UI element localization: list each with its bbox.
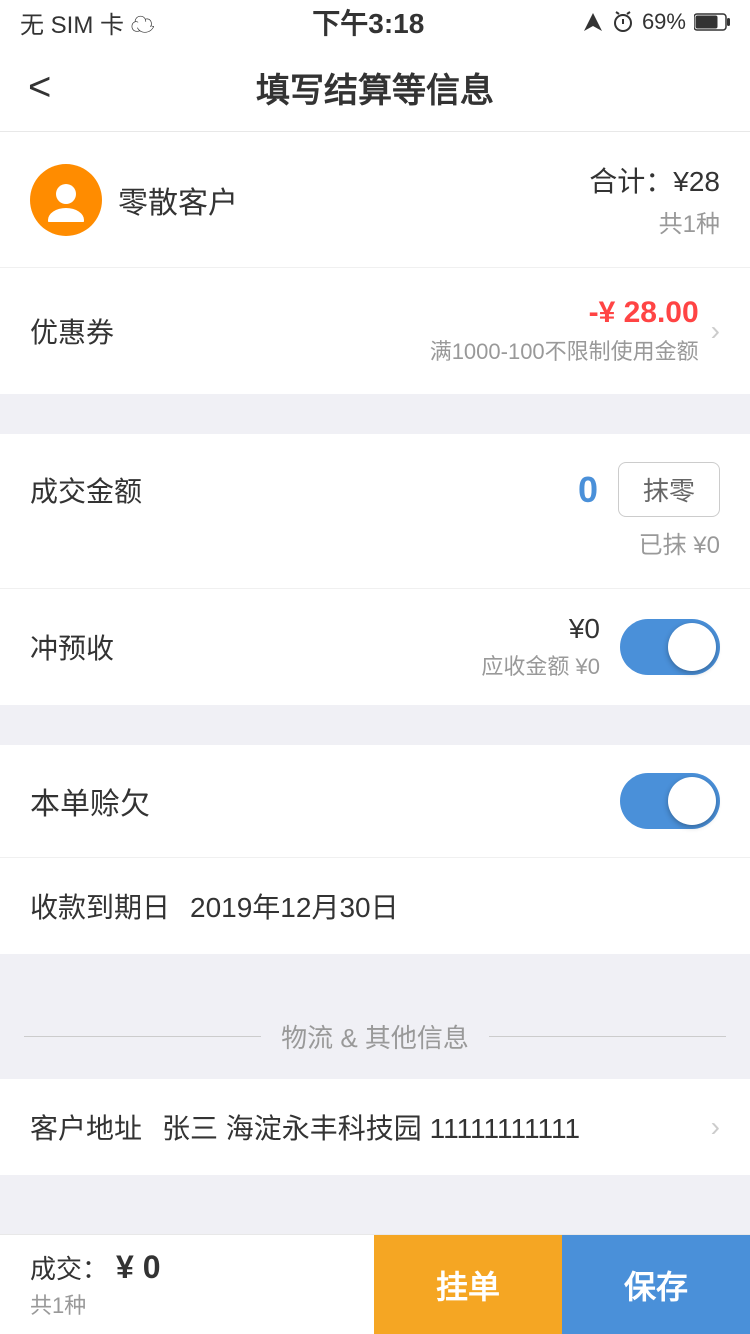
transaction-amount-row: 成交金额 0 抹零 已抹 ¥0 [0,434,750,588]
logistics-label: 物流 & 其他信息 [281,1018,469,1055]
round-button[interactable]: 抹零 [618,462,720,517]
advance-right: ¥0 应收金额 ¥0 [481,613,720,681]
coupon-row[interactable]: 优惠券 -¥ 28.00 满1000-100不限制使用金额 › [0,267,750,394]
bottom-deal-amount: ¥ 0 [116,1249,160,1286]
arrears-toggle-circle [668,777,716,825]
battery-icon [694,13,730,31]
arrears-section: 本单赊欠 收款到期日 2019年12月30日 [0,745,750,954]
avatar [30,164,102,236]
address-value: 张三 海淀永丰科技园 11111111111 [162,1107,691,1147]
coupon-label: 优惠券 [30,311,114,351]
amount-input-area: 0 抹零 [538,462,720,517]
bottom-deal: 成交： ¥ 0 [30,1249,344,1286]
advance-amounts: ¥0 应收金额 ¥0 [481,613,600,681]
transaction-row: 成交金额 0 抹零 [30,462,720,517]
customer-info: 零散客户 [30,164,238,236]
arrears-toggle[interactable] [620,773,720,829]
battery-percentage: 69% [642,9,686,35]
status-left: 无 SIM 卡 ☁ [20,5,155,40]
customer-section: 零散客户 合计：¥28 共1种 优惠券 -¥ 28.00 满1000-100不限… [0,132,750,394]
advance-label: 冲预收 [30,627,114,667]
coupon-discount: -¥ 28.00 满1000-100不限制使用金额 [430,296,699,366]
section-divider-1 [0,414,750,434]
transaction-section: 成交金额 0 抹零 已抹 ¥0 冲预收 ¥0 应收金额 ¥0 [0,434,750,705]
location-icon [582,11,604,33]
due-date-row: 收款到期日 2019年12月30日 [0,857,750,954]
header-line-right [489,1036,726,1037]
status-bar: 无 SIM 卡 ☁ 下午3:18 69% [0,0,750,44]
address-row[interactable]: 客户地址 张三 海淀永丰科技园 11111111111 › [0,1079,750,1175]
due-date-label: 收款到期日 [30,886,170,926]
total-amount: 合计：¥28 [589,160,720,200]
advance-main-amount: ¥0 [481,613,600,645]
bottom-count: 共1种 [30,1288,344,1320]
save-button[interactable]: 保存 [562,1235,750,1334]
page-title: 填写结算等信息 [256,63,494,112]
back-button[interactable]: < [28,65,51,110]
customer-total: 合计：¥28 共1种 [589,160,720,239]
status-time: 下午3:18 [312,2,424,42]
transaction-value[interactable]: 0 [538,469,598,511]
customer-row: 零散客户 合计：¥28 共1种 [0,132,750,267]
already-rounded: 已抹 ¥0 [30,525,720,560]
status-right: 69% [582,9,730,35]
section-divider-3 [0,974,750,994]
toggle-circle [668,623,716,671]
logistics-header: 物流 & 其他信息 [0,994,750,1079]
bottom-info: 成交： ¥ 0 共1种 [0,1235,374,1334]
sim-status: 无 SIM 卡 ☁ [20,5,155,40]
coupon-right: -¥ 28.00 满1000-100不限制使用金额 › [430,296,720,366]
discount-desc: 满1000-100不限制使用金额 [430,334,699,366]
header-line-left [24,1036,261,1037]
address-section: 客户地址 张三 海淀永丰科技园 11111111111 › [0,1079,750,1175]
arrears-label: 本单赊欠 [30,779,150,823]
avatar-icon [44,178,88,222]
discount-amount: -¥ 28.00 [430,296,699,330]
address-chevron-icon: › [711,1111,720,1143]
customer-name: 零散客户 [118,178,238,222]
due-date-value[interactable]: 2019年12月30日 [190,886,399,926]
total-count: 共1种 [589,204,720,239]
section-divider-2 [0,725,750,745]
hold-button[interactable]: 挂单 [374,1235,562,1334]
advance-sub-amount: 应收金额 ¥0 [481,649,600,681]
arrears-row: 本单赊欠 [0,745,750,857]
transaction-label: 成交金额 [30,470,142,510]
nav-bar: < 填写结算等信息 [0,44,750,132]
bottom-deal-label: 成交： [30,1249,108,1286]
advance-toggle[interactable] [620,619,720,675]
coupon-chevron-icon: › [711,315,720,347]
address-label: 客户地址 [30,1107,142,1147]
alarm-icon [612,11,634,33]
bottom-bar: 成交： ¥ 0 共1种 挂单 保存 [0,1234,750,1334]
advance-row: 冲预收 ¥0 应收金额 ¥0 [0,588,750,705]
